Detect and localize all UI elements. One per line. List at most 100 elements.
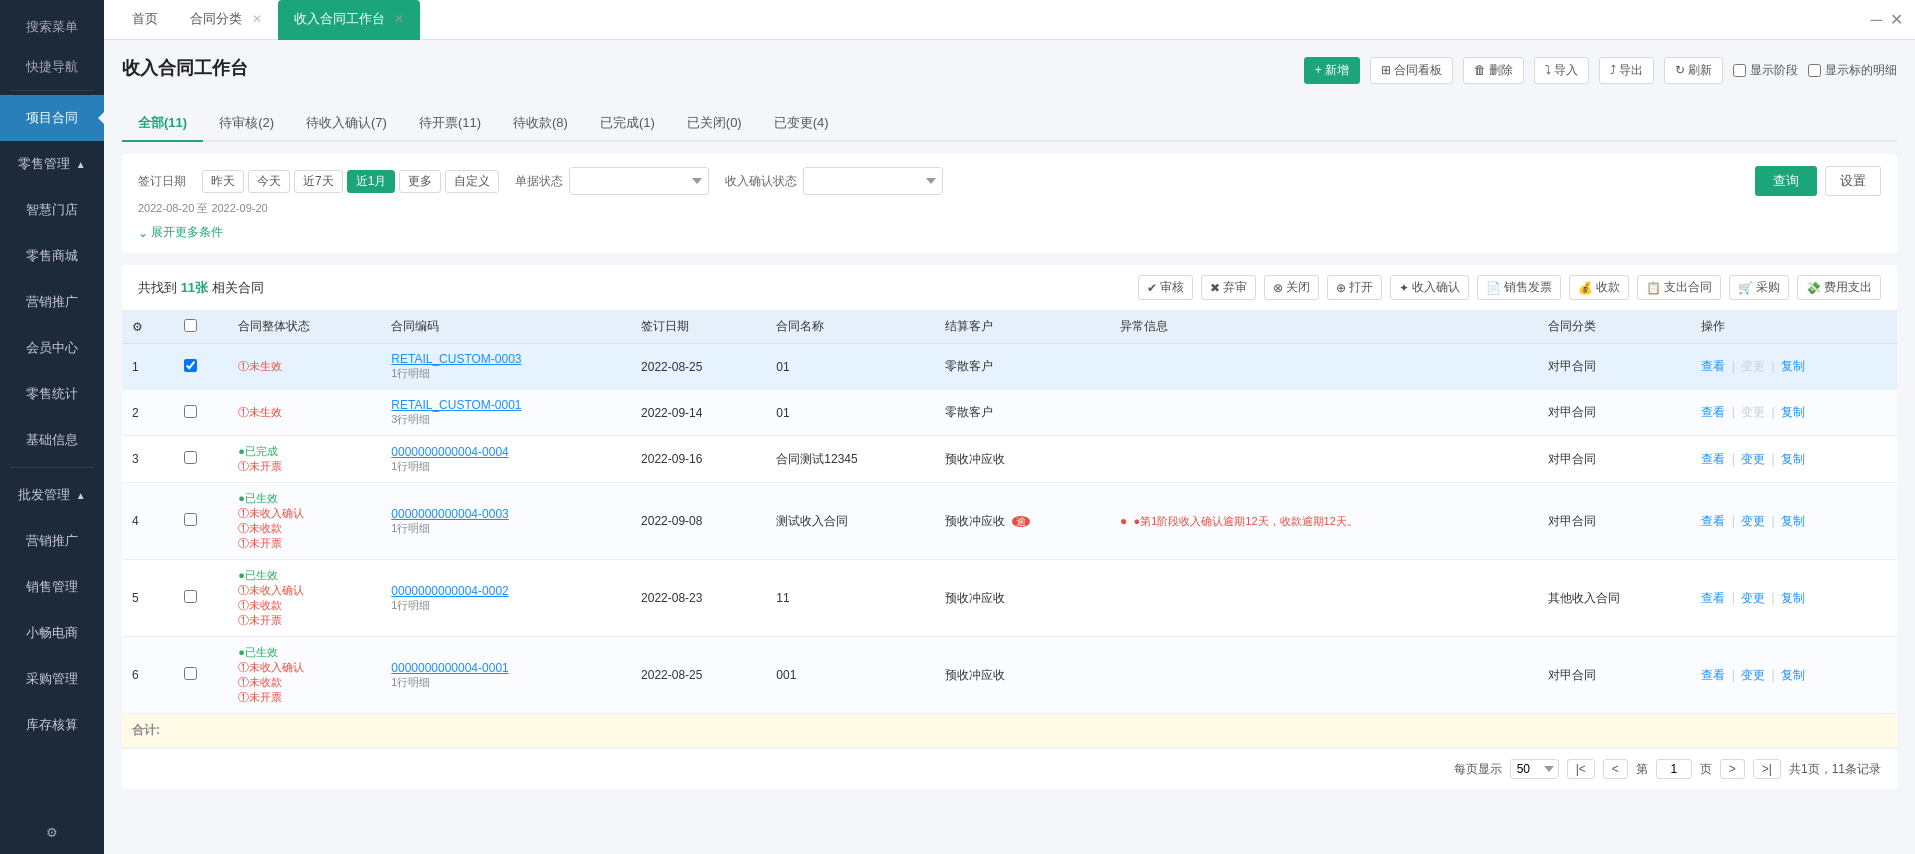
- col-checkbox[interactable]: [174, 310, 229, 344]
- filter-tab-pending-confirm[interactable]: 待收入确认(7): [290, 106, 403, 142]
- show-detail-check[interactable]: 显示标的明细: [1808, 62, 1897, 79]
- action-abandon-audit[interactable]: ✖ 弃审: [1201, 275, 1256, 300]
- sidebar-item-smart[interactable]: 智慧门店: [0, 187, 104, 233]
- refresh-button[interactable]: ↻ 刷新: [1664, 57, 1723, 84]
- row1-copy[interactable]: 复制: [1781, 359, 1805, 373]
- query-button[interactable]: 查询: [1755, 166, 1817, 196]
- action-expense-out[interactable]: 💸 费用支出: [1797, 275, 1881, 300]
- sidebar-item-marketing[interactable]: 营销推广: [0, 279, 104, 325]
- row5-change[interactable]: 变更: [1741, 591, 1765, 605]
- sidebar-item-batch[interactable]: 批发管理 ▲: [0, 472, 104, 518]
- date-yesterday[interactable]: 昨天: [202, 170, 244, 193]
- row2-change[interactable]: 变更: [1741, 405, 1765, 419]
- sidebar-settings[interactable]: ⚙: [0, 811, 104, 854]
- row2-checkbox[interactable]: [174, 390, 229, 436]
- show-fields-checkbox[interactable]: [1733, 64, 1746, 77]
- page-input[interactable]: [1656, 759, 1692, 779]
- row2-code-link[interactable]: RETAIL_CUSTOM-0001: [391, 398, 621, 412]
- filter-tab-pending-collect[interactable]: 待收款(8): [497, 106, 584, 142]
- row6-code-link[interactable]: 0000000000004-0001: [391, 661, 621, 675]
- row5-view[interactable]: 查看: [1701, 591, 1725, 605]
- sidebar-item-member[interactable]: 会员中心: [0, 325, 104, 371]
- export-button[interactable]: ⤴ 导出: [1599, 57, 1654, 84]
- filter-tab-done[interactable]: 已完成(1): [584, 106, 671, 142]
- filter-tab-all[interactable]: 全部(11): [122, 106, 203, 142]
- row1-checkbox[interactable]: [174, 344, 229, 390]
- row6-checkbox[interactable]: [174, 637, 229, 714]
- sidebar-item-mall[interactable]: 零售商城: [0, 233, 104, 279]
- action-expense-contract[interactable]: 📋 支出合同: [1637, 275, 1721, 300]
- action-audit[interactable]: ✔ 审核: [1138, 275, 1193, 300]
- page-first[interactable]: |<: [1567, 759, 1595, 779]
- row6-view[interactable]: 查看: [1701, 668, 1725, 682]
- row3-code-link[interactable]: 0000000000004-0004: [391, 445, 621, 459]
- confirm-select[interactable]: [803, 167, 943, 195]
- row3-change[interactable]: 变更: [1741, 452, 1765, 466]
- sidebar-item-purchase[interactable]: 采购管理: [0, 656, 104, 702]
- sidebar-item-ecom[interactable]: 小畅电商: [0, 610, 104, 656]
- window-close-icon[interactable]: ✕: [1890, 10, 1903, 29]
- add-button[interactable]: + 新增: [1304, 57, 1360, 84]
- show-fields-check[interactable]: 显示阶段: [1733, 62, 1798, 79]
- row6-copy[interactable]: 复制: [1781, 668, 1805, 682]
- per-page-select[interactable]: 50 20 100: [1510, 759, 1559, 779]
- board-button[interactable]: ⊞ 合同看板: [1370, 57, 1453, 84]
- show-detail-checkbox[interactable]: [1808, 64, 1821, 77]
- row4-copy[interactable]: 复制: [1781, 514, 1805, 528]
- row4-code-link[interactable]: 0000000000004-0003: [391, 507, 621, 521]
- action-sales-invoice[interactable]: 📄 销售发票: [1477, 275, 1561, 300]
- window-minimize-icon[interactable]: ─: [1871, 11, 1882, 29]
- setting-button[interactable]: 设置: [1825, 166, 1881, 196]
- row4-checkbox[interactable]: [174, 483, 229, 560]
- action-open[interactable]: ⊕ 打开: [1327, 275, 1382, 300]
- page-next[interactable]: >: [1720, 759, 1745, 779]
- tab-income-workbench[interactable]: 收入合同工作台 ✕: [278, 0, 421, 40]
- tab-home[interactable]: 首页: [116, 0, 174, 40]
- tab-income-workbench-close[interactable]: ✕: [394, 12, 404, 26]
- tab-contract-category[interactable]: 合同分类 ✕: [174, 0, 278, 40]
- import-button[interactable]: ⤵ 导入: [1534, 57, 1589, 84]
- row3-copy[interactable]: 复制: [1781, 452, 1805, 466]
- row3-view[interactable]: 查看: [1701, 452, 1725, 466]
- row1-change[interactable]: 变更: [1741, 359, 1765, 373]
- sidebar-item-stats[interactable]: 零售统计: [0, 371, 104, 417]
- action-close[interactable]: ⊗ 关闭: [1264, 275, 1319, 300]
- row1-view[interactable]: 查看: [1701, 359, 1725, 373]
- row3-checkbox[interactable]: [174, 436, 229, 483]
- date-more[interactable]: 更多: [399, 170, 441, 193]
- row5-checkbox[interactable]: [174, 560, 229, 637]
- delete-button[interactable]: 🗑 删除: [1463, 57, 1524, 84]
- sidebar-item-mktbatch[interactable]: 营销推广: [0, 518, 104, 564]
- page-prev[interactable]: <: [1603, 759, 1628, 779]
- filter-tab-pending-invoice[interactable]: 待开票(11): [403, 106, 497, 142]
- row4-view[interactable]: 查看: [1701, 514, 1725, 528]
- sidebar-item-inventory[interactable]: 库存核算: [0, 702, 104, 748]
- row4-change[interactable]: 变更: [1741, 514, 1765, 528]
- col-settings[interactable]: ⚙: [122, 310, 174, 344]
- sidebar-item-retail[interactable]: 零售管理 ▲: [0, 141, 104, 187]
- status-select[interactable]: [569, 167, 709, 195]
- date-custom[interactable]: 自定义: [445, 170, 499, 193]
- expand-filters[interactable]: ⌄ 展开更多条件: [138, 224, 1881, 241]
- filter-tab-changed[interactable]: 已变更(4): [758, 106, 845, 142]
- filter-tab-pending-review[interactable]: 待审核(2): [203, 106, 290, 142]
- select-all-checkbox[interactable]: [184, 319, 197, 332]
- row2-copy[interactable]: 复制: [1781, 405, 1805, 419]
- action-purchase[interactable]: 🛒 采购: [1729, 275, 1789, 300]
- date-today[interactable]: 今天: [248, 170, 290, 193]
- sidebar-item-project[interactable]: 项目合同: [0, 95, 104, 141]
- page-last[interactable]: >|: [1753, 759, 1781, 779]
- date-7days[interactable]: 近7天: [294, 170, 343, 193]
- action-income-confirm[interactable]: ✦ 收入确认: [1390, 275, 1469, 300]
- row5-copy[interactable]: 复制: [1781, 591, 1805, 605]
- sidebar-quick-nav[interactable]: 快捷导航: [0, 48, 104, 86]
- sidebar-item-basic[interactable]: 基础信息: [0, 417, 104, 463]
- action-collect[interactable]: 💰 收款: [1569, 275, 1629, 300]
- sidebar-item-sales[interactable]: 销售管理: [0, 564, 104, 610]
- date-1month[interactable]: 近1月: [347, 170, 396, 193]
- row5-code-link[interactable]: 0000000000004-0002: [391, 584, 621, 598]
- tab-contract-category-close[interactable]: ✕: [252, 12, 262, 26]
- row2-view[interactable]: 查看: [1701, 405, 1725, 419]
- row1-code-link[interactable]: RETAIL_CUSTOM-0003: [391, 352, 621, 366]
- row6-change[interactable]: 变更: [1741, 668, 1765, 682]
